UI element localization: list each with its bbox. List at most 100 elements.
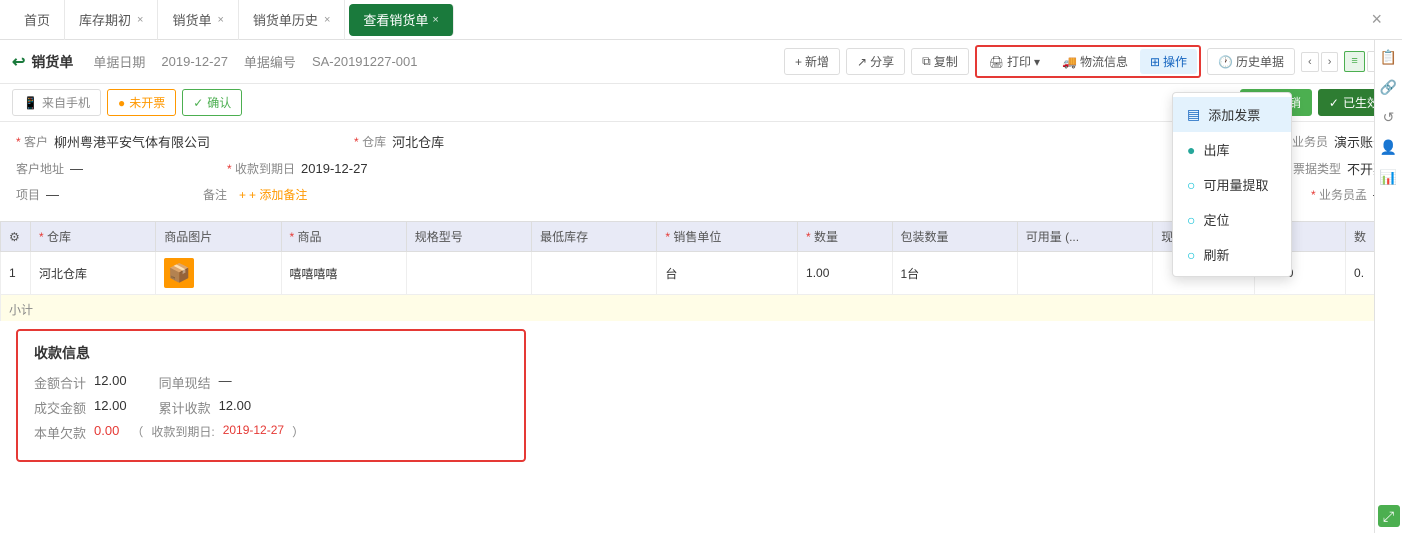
row-warehouse: 河北仓库 xyxy=(31,252,156,295)
tab-inventory[interactable]: 库存期初 × xyxy=(65,0,158,40)
confirm-btn[interactable]: ✓ 确认 xyxy=(182,89,242,116)
locate-menu-icon: ○ xyxy=(1187,212,1195,228)
history-label: 历史单据 xyxy=(1236,53,1284,70)
prev-arrow[interactable]: ‹ xyxy=(1301,52,1319,72)
dropdown-refresh[interactable]: ○ 刷新 xyxy=(1173,237,1291,272)
share-button[interactable]: ↗ 分享 xyxy=(846,48,905,75)
tab-home-label: 首页 xyxy=(24,10,50,29)
tab-view-sales[interactable]: 查看销货单 × xyxy=(349,4,453,36)
refresh-menu-icon: ○ xyxy=(1187,247,1195,263)
add-note-btn[interactable]: + + 添加备注 xyxy=(239,186,307,203)
not-open-btn[interactable]: ● 未开票 xyxy=(107,89,176,116)
sidebar-icon-2[interactable]: 🔗 xyxy=(1378,76,1400,98)
payment-date-value[interactable]: 2019-12-27 xyxy=(301,161,368,176)
history-icon: 🕐 xyxy=(1218,55,1233,69)
history-button[interactable]: 🕐 历史单据 xyxy=(1207,48,1295,75)
deal-label: 成交金额 xyxy=(34,398,86,417)
total-field: 金额合计 12.00 xyxy=(34,373,127,392)
sidebar-icon-5[interactable]: 📊 xyxy=(1378,166,1400,188)
col-image: 商品图片 xyxy=(156,222,281,252)
tab-sales[interactable]: 销货单 × xyxy=(158,0,238,40)
plus-icon: + xyxy=(795,55,802,69)
tab-sales-history-close[interactable]: × xyxy=(324,14,330,26)
row-spec xyxy=(406,252,531,295)
dropdown-available-qty[interactable]: ○ 可用量提取 xyxy=(1173,167,1291,202)
new-label: 新增 xyxy=(805,53,829,70)
settings-icon[interactable]: ⚙ xyxy=(9,230,20,244)
logistics-icon: 🚚 xyxy=(1062,55,1077,69)
warehouse-value[interactable]: 河北仓库 xyxy=(392,132,444,151)
customer-value[interactable]: 柳州粤港平安气体有限公司 xyxy=(54,132,210,151)
print-label: 打印 xyxy=(1007,53,1031,70)
cumulative-field: 累计收款 12.00 xyxy=(159,398,252,417)
logistics-button[interactable]: 🚚 物流信息 xyxy=(1052,49,1138,74)
dropdown-refresh-label: 刷新 xyxy=(1203,245,1229,264)
col-available: 可用量 (... xyxy=(1017,222,1153,252)
salesperson2-label: 业务员孟 xyxy=(1311,186,1367,203)
payment-date-field: 收款到期日 2019-12-27 xyxy=(227,160,368,177)
grid-icon: ⊞ xyxy=(1150,55,1160,69)
payment-row-3: 本单欠款 0.00 （ 收款到期日: 2019-12-27 ） xyxy=(34,423,508,442)
note-field: 备注 + + 添加备注 xyxy=(203,186,307,203)
print-arrow: ▾ xyxy=(1034,55,1040,69)
right-sidebar: 📋 🔗 ↺ 👤 📊 ⤢ xyxy=(1374,40,1402,533)
customer-label: 客户 xyxy=(16,133,48,150)
row-available xyxy=(1017,252,1153,295)
sidebar-icon-4[interactable]: 👤 xyxy=(1378,136,1400,158)
tab-sales-history[interactable]: 销货单历史 × xyxy=(239,0,345,40)
tab-view-sales-close[interactable]: × xyxy=(432,14,438,26)
share-icon: ↗ xyxy=(857,55,867,69)
tab-inventory-label: 库存期初 xyxy=(79,10,131,29)
print-button[interactable]: 🖨 打印 ▾ xyxy=(979,49,1050,74)
doc-number-label: 单据编号 xyxy=(244,52,296,71)
operations-button[interactable]: ⊞ 操作 xyxy=(1140,49,1197,74)
not-open-label: 未开票 xyxy=(129,94,165,111)
copy-button[interactable]: ⧉ 复制 xyxy=(911,48,969,75)
address-field: 客户地址 — xyxy=(16,160,83,177)
owed-value: 0.00 xyxy=(94,423,119,442)
col-qty: 数量 xyxy=(798,222,892,252)
row-index: 1 xyxy=(1,252,31,295)
toolbar-actions: + 新增 ↗ 分享 ⧉ 复制 🖨 打印 ▾ xyxy=(784,45,1390,78)
tab-sales-history-label: 销货单历史 xyxy=(253,10,318,29)
tab-sales-close[interactable]: × xyxy=(217,14,223,26)
sidebar-icon-1[interactable]: 📋 xyxy=(1378,46,1400,68)
cumulative-value: 12.00 xyxy=(219,398,252,417)
dropdown-outbound[interactable]: ● 出库 xyxy=(1173,132,1291,167)
dropdown-add-invoice[interactable]: ▤ 添加发票 xyxy=(1173,97,1291,132)
from-phone-btn[interactable]: 📱 来自手机 xyxy=(12,89,101,116)
owed-label: 本单欠款 xyxy=(34,423,86,442)
share-label: 分享 xyxy=(870,53,894,70)
row-pack-qty: 1台 xyxy=(892,252,1017,295)
dropdown-add-invoice-label: 添加发票 xyxy=(1208,105,1260,124)
invoice-menu-icon: ▤ xyxy=(1187,106,1200,123)
due-date-value: 2019-12-27 xyxy=(223,423,284,442)
list-view-btn[interactable]: ≡ xyxy=(1344,51,1364,72)
project-label: 项目 xyxy=(16,186,40,203)
outbound-menu-icon: ● xyxy=(1187,142,1195,158)
new-button[interactable]: + 新增 xyxy=(784,48,840,75)
owed-field: 本单欠款 0.00 （ 收款到期日: 2019-12-27 ） xyxy=(34,423,304,442)
doc-title: ↩ 销货单 xyxy=(12,52,73,72)
sidebar-icon-3[interactable]: ↺ xyxy=(1378,106,1400,128)
dropdown-locate[interactable]: ○ 定位 xyxy=(1173,202,1291,237)
next-arrow[interactable]: › xyxy=(1321,52,1339,72)
warehouse-label: 仓库 xyxy=(354,133,386,150)
ticket-label: 票据类型 xyxy=(1285,160,1341,177)
col-min-stock: 最低库存 xyxy=(532,222,657,252)
owed-note2: ） xyxy=(292,423,304,442)
tab-home[interactable]: 首页 xyxy=(10,0,65,40)
col-product: 商品 xyxy=(281,222,406,252)
doc-title-text: 销货单 xyxy=(31,52,73,72)
logistics-label: 物流信息 xyxy=(1080,53,1128,70)
sidebar-icon-expand[interactable]: ⤢ xyxy=(1378,505,1400,527)
window-close-btn[interactable]: × xyxy=(1361,9,1392,30)
owed-note: （ xyxy=(131,423,143,442)
nav-arrows: ‹ › xyxy=(1301,52,1338,72)
col-settings[interactable]: ⚙ xyxy=(1,222,31,252)
tab-inventory-close[interactable]: × xyxy=(137,14,143,26)
total-label: 金额合计 xyxy=(34,373,86,392)
tab-view-sales-label: 查看销货单 xyxy=(363,10,428,29)
payment-row-1: 金额合计 12.00 同单现结 — xyxy=(34,373,508,392)
same-order-label: 同单现结 xyxy=(159,373,211,392)
